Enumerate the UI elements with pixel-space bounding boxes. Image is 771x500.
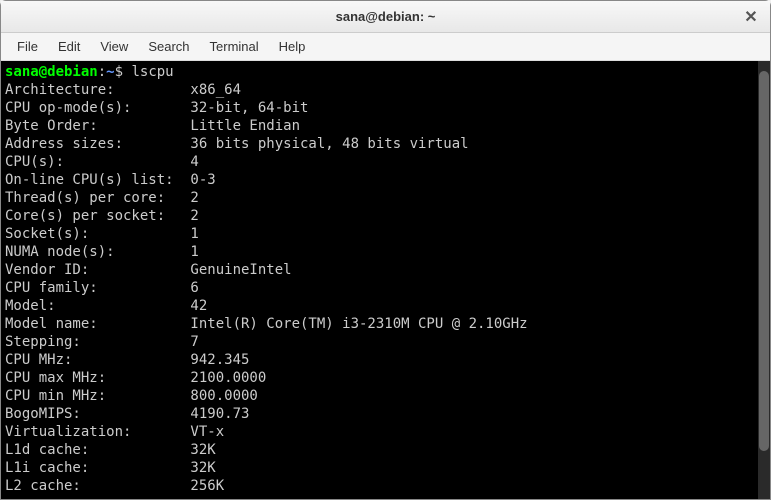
- prompt-line: sana@debian:~$ lscpu: [5, 63, 766, 81]
- output-line: Stepping: 7: [5, 333, 766, 351]
- menu-help[interactable]: Help: [269, 35, 316, 58]
- menu-file[interactable]: File: [7, 35, 48, 58]
- prompt-path: ~: [106, 64, 114, 80]
- output-line: CPU min MHz: 800.0000: [5, 387, 766, 405]
- output-line: L1i cache: 32K: [5, 459, 766, 477]
- terminal-area[interactable]: sana@debian:~$ lscpu Architecture: x86_6…: [1, 61, 770, 499]
- output-line: Model name: Intel(R) Core(TM) i3-2310M C…: [5, 315, 766, 333]
- menu-terminal[interactable]: Terminal: [200, 35, 269, 58]
- output-line: CPU family: 6: [5, 279, 766, 297]
- output-line: CPU max MHz: 2100.0000: [5, 369, 766, 387]
- output-line: L1d cache: 32K: [5, 441, 766, 459]
- output-line: On-line CPU(s) list: 0-3: [5, 171, 766, 189]
- output-line: Virtualization: VT-x: [5, 423, 766, 441]
- output-line: Architecture: x86_64: [5, 81, 766, 99]
- output-line: Vendor ID: GenuineIntel: [5, 261, 766, 279]
- menu-edit[interactable]: Edit: [48, 35, 90, 58]
- output-line: BogoMIPS: 4190.73: [5, 405, 766, 423]
- output-line: Byte Order: Little Endian: [5, 117, 766, 135]
- titlebar: sana@debian: ~ ✕: [1, 1, 770, 33]
- prompt-user-host: sana@debian: [5, 64, 98, 80]
- scrollbar-thumb[interactable]: [759, 71, 769, 451]
- prompt-symbol: $: [115, 64, 123, 80]
- output-line: CPU op-mode(s): 32-bit, 64-bit: [5, 99, 766, 117]
- output-line: CPU MHz: 942.345: [5, 351, 766, 369]
- window-title: sana@debian: ~: [336, 9, 436, 24]
- menubar: File Edit View Search Terminal Help: [1, 33, 770, 61]
- output-line: CPU(s): 4: [5, 153, 766, 171]
- output-line: Address sizes: 36 bits physical, 48 bits…: [5, 135, 766, 153]
- close-icon[interactable]: ✕: [742, 8, 760, 26]
- output-line: Thread(s) per core: 2: [5, 189, 766, 207]
- output-line: Model: 42: [5, 297, 766, 315]
- output-line: NUMA node(s): 1: [5, 243, 766, 261]
- output-line: Socket(s): 1: [5, 225, 766, 243]
- command-text: lscpu: [131, 64, 173, 80]
- menu-search[interactable]: Search: [138, 35, 199, 58]
- output-line: Core(s) per socket: 2: [5, 207, 766, 225]
- output-container: Architecture: x86_64CPU op-mode(s): 32-b…: [5, 81, 766, 495]
- scrollbar[interactable]: [758, 61, 770, 499]
- output-line: L2 cache: 256K: [5, 477, 766, 495]
- menu-view[interactable]: View: [90, 35, 138, 58]
